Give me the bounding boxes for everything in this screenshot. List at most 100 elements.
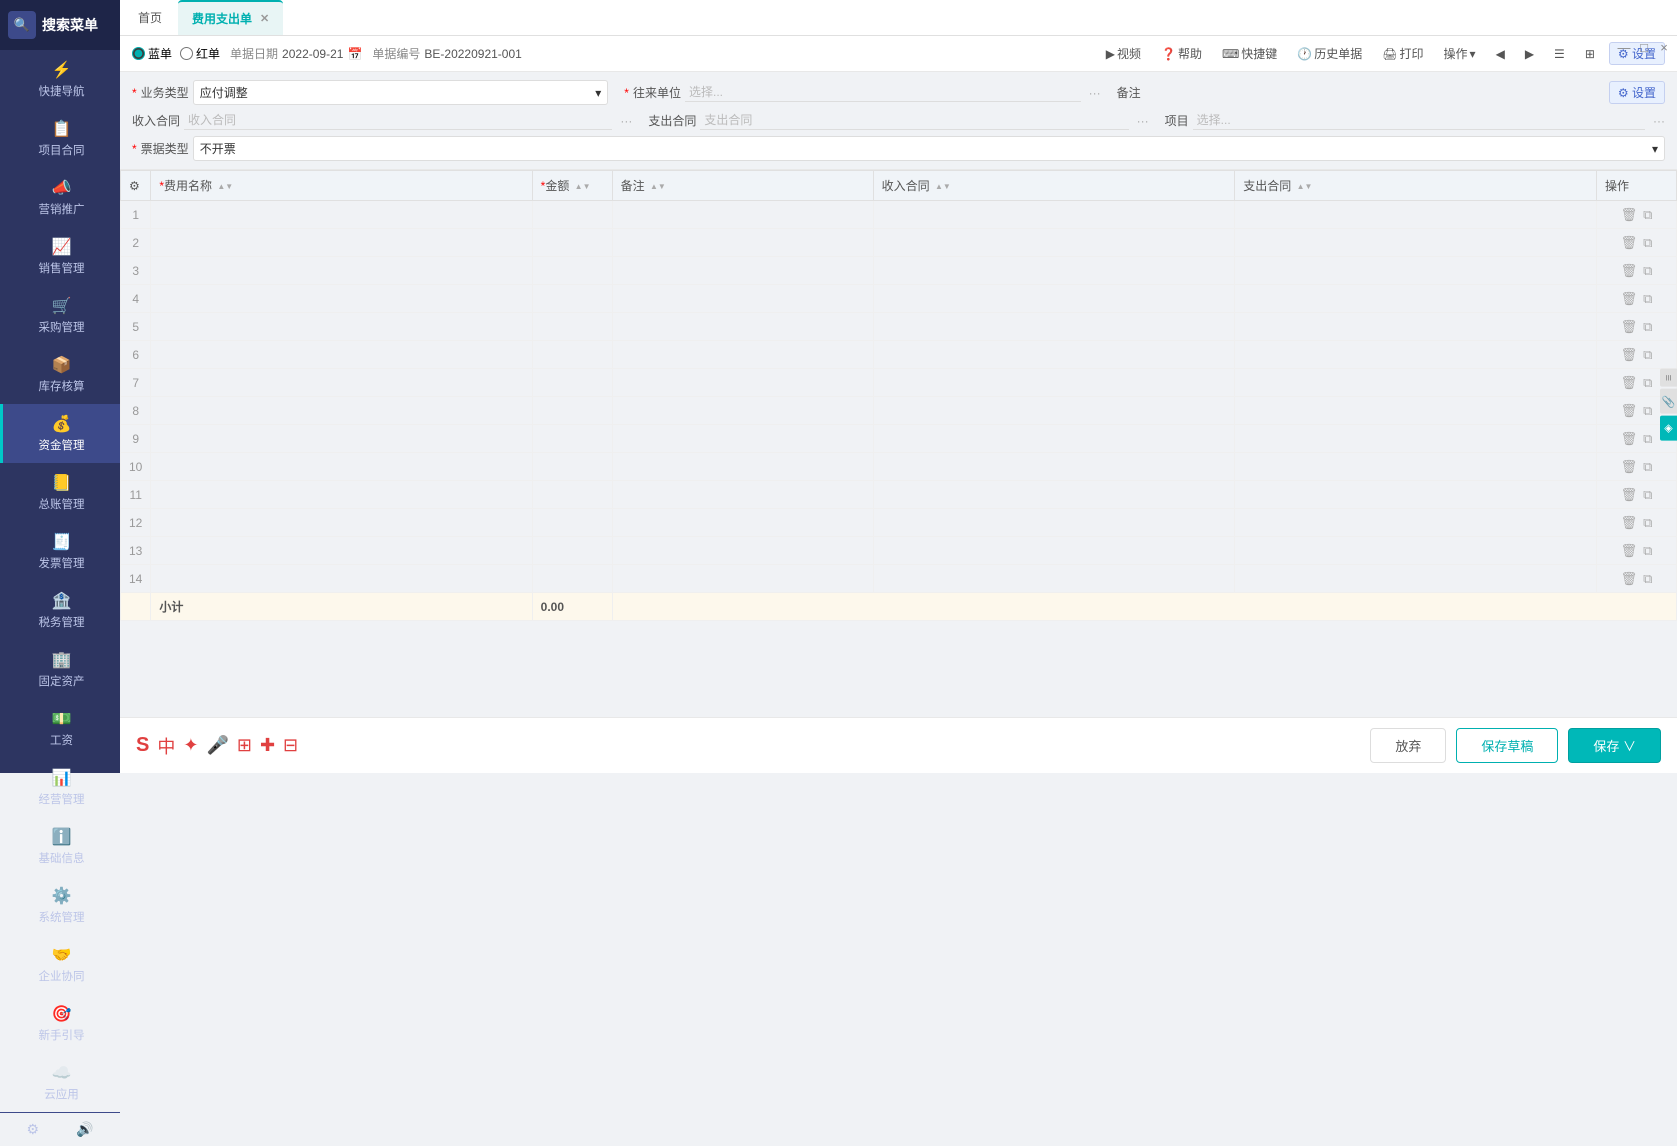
copy-icon[interactable]: ⧉ — [1643, 515, 1652, 531]
copy-icon[interactable]: ⧉ — [1643, 459, 1652, 475]
expense-contract-cell[interactable] — [1235, 425, 1597, 453]
expense-contract-cell[interactable] — [1235, 285, 1597, 313]
amount-cell[interactable] — [532, 369, 612, 397]
sidebar-item-sales-mgmt[interactable]: 📈销售管理 — [0, 227, 120, 286]
expense-contract-cell[interactable] — [1235, 537, 1597, 565]
remark-cell[interactable] — [612, 425, 873, 453]
income-contract-cell[interactable] — [873, 397, 1235, 425]
expense-contract-cell[interactable] — [1235, 369, 1597, 397]
expense-contract-cell[interactable] — [1235, 229, 1597, 257]
copy-icon[interactable]: ⧉ — [1643, 487, 1652, 503]
expense-contract-cell[interactable] — [1235, 453, 1597, 481]
sidebar-item-accounting[interactable]: 📒总账管理 — [0, 463, 120, 522]
sidebar-item-purchase-mgmt[interactable]: 🛒采购管理 — [0, 286, 120, 345]
settings-icon[interactable]: ⚙ — [27, 1121, 40, 1138]
project-more[interactable]: ··· — [1653, 114, 1665, 128]
copy-icon[interactable]: ⧉ — [1643, 375, 1652, 391]
volume-icon[interactable]: 🔊 — [76, 1121, 93, 1138]
expense-contract-cell[interactable] — [1235, 397, 1597, 425]
delete-icon[interactable]: 🗑 — [1621, 487, 1638, 503]
remark-cell[interactable] — [612, 341, 873, 369]
close-button[interactable]: × — [1655, 38, 1673, 56]
expense-name-cell[interactable] — [151, 201, 532, 229]
amount-cell[interactable] — [532, 313, 612, 341]
amount-cell[interactable] — [532, 453, 612, 481]
delete-icon[interactable]: 🗑 — [1621, 319, 1638, 335]
delete-icon[interactable]: 🗑 — [1621, 459, 1638, 475]
copy-icon[interactable]: ⧉ — [1643, 347, 1652, 363]
sidebar-item-quick-nav[interactable]: ⚡快捷导航 — [0, 50, 120, 109]
expense-name-cell[interactable] — [151, 341, 532, 369]
income-contract-cell[interactable] — [873, 509, 1235, 537]
save-draft-button[interactable]: 保存草稿 — [1456, 728, 1558, 763]
expense-contract-cell[interactable] — [1235, 565, 1597, 593]
income-contract-cell[interactable] — [873, 453, 1235, 481]
shortcut-button[interactable]: ⌨ 快捷键 — [1216, 43, 1283, 64]
expense-name-cell[interactable] — [151, 285, 532, 313]
delete-icon[interactable]: 🗑 — [1621, 375, 1638, 391]
grid-view-button[interactable]: ⊞ — [1579, 45, 1601, 63]
remark-cell[interactable] — [612, 229, 873, 257]
expense-name-cell[interactable] — [151, 397, 532, 425]
delete-icon[interactable]: 🗑 — [1621, 431, 1638, 447]
copy-icon[interactable]: ⧉ — [1643, 571, 1652, 587]
float-btn-1[interactable]: ≡ — [1660, 368, 1677, 386]
sort-icons-remark[interactable]: ▲▼ — [650, 182, 666, 191]
video-button[interactable]: ▶ 视频 — [1100, 43, 1147, 64]
expense-contract-cell[interactable] — [1235, 341, 1597, 369]
calendar-icon[interactable]: 📅 — [347, 47, 362, 61]
expense-contract-cell[interactable] — [1235, 313, 1597, 341]
search-icon[interactable]: 🔍 — [8, 11, 36, 39]
sidebar-search-label[interactable]: 搜索菜单 — [42, 15, 98, 35]
delete-icon[interactable]: 🗑 — [1621, 515, 1638, 531]
income-contract-cell[interactable] — [873, 285, 1235, 313]
income-contract-cell[interactable] — [873, 425, 1235, 453]
income-contract-cell[interactable] — [873, 481, 1235, 509]
prev-button[interactable]: ◀ — [1490, 45, 1511, 63]
copy-icon[interactable]: ⧉ — [1643, 431, 1652, 447]
print-button[interactable]: 🖨 打印 — [1376, 43, 1429, 64]
expense-name-cell[interactable] — [151, 229, 532, 257]
delete-icon[interactable]: 🗑 — [1621, 403, 1638, 419]
sidebar-item-marketing[interactable]: 📣营销推广 — [0, 168, 120, 227]
project-input[interactable] — [1193, 111, 1645, 130]
sidebar-item-payroll[interactable]: 💵工资 — [0, 699, 120, 758]
list-view-button[interactable]: ☰ — [1548, 45, 1571, 63]
expense-contract-input[interactable] — [700, 111, 1128, 130]
tab-expense-bill[interactable]: 费用支出单 ✕ — [178, 0, 283, 35]
copy-icon[interactable]: ⧉ — [1643, 403, 1652, 419]
expense-contract-more[interactable]: ··· — [1137, 114, 1149, 128]
sidebar-item-new-guide[interactable]: 🎯新手引导 — [0, 994, 120, 1053]
amount-cell[interactable] — [532, 537, 612, 565]
action-button[interactable]: 操作 ▾ — [1438, 43, 1482, 64]
income-contract-more[interactable]: ··· — [620, 114, 632, 128]
amount-cell[interactable] — [532, 257, 612, 285]
partner-input[interactable] — [685, 83, 1081, 102]
expense-name-cell[interactable] — [151, 369, 532, 397]
copy-icon[interactable]: ⧉ — [1643, 207, 1652, 223]
copy-icon[interactable]: ⧉ — [1643, 543, 1652, 559]
delete-icon[interactable]: 🗑 — [1621, 571, 1638, 587]
sidebar-item-capital-mgmt[interactable]: 💰资金管理 — [0, 404, 120, 463]
float-btn-2[interactable]: 📎 — [1660, 388, 1677, 413]
expense-contract-cell[interactable] — [1235, 201, 1597, 229]
amount-cell[interactable] — [532, 425, 612, 453]
remark-cell[interactable] — [612, 537, 873, 565]
expense-contract-cell[interactable] — [1235, 481, 1597, 509]
amount-cell[interactable] — [532, 201, 612, 229]
save-button[interactable]: 保存 ∨ — [1568, 728, 1661, 763]
copy-icon[interactable]: ⧉ — [1643, 319, 1652, 335]
tab-close-icon[interactable]: ✕ — [260, 12, 269, 25]
sidebar-item-inventory[interactable]: 📦库存核算 — [0, 345, 120, 404]
income-contract-cell[interactable] — [873, 229, 1235, 257]
expense-name-cell[interactable] — [151, 257, 532, 285]
blue-bill-radio[interactable]: 蓝单 — [132, 45, 172, 62]
maximize-button[interactable]: □ — [1635, 38, 1653, 56]
expense-name-cell[interactable] — [151, 453, 532, 481]
income-contract-cell[interactable] — [873, 257, 1235, 285]
sidebar-item-cloud-app[interactable]: ☁️云应用 — [0, 1053, 120, 1112]
income-contract-cell[interactable] — [873, 341, 1235, 369]
copy-icon[interactable]: ⧉ — [1643, 235, 1652, 251]
sort-icons-income[interactable]: ▲▼ — [935, 182, 951, 191]
tab-home[interactable]: 首页 — [124, 0, 176, 35]
